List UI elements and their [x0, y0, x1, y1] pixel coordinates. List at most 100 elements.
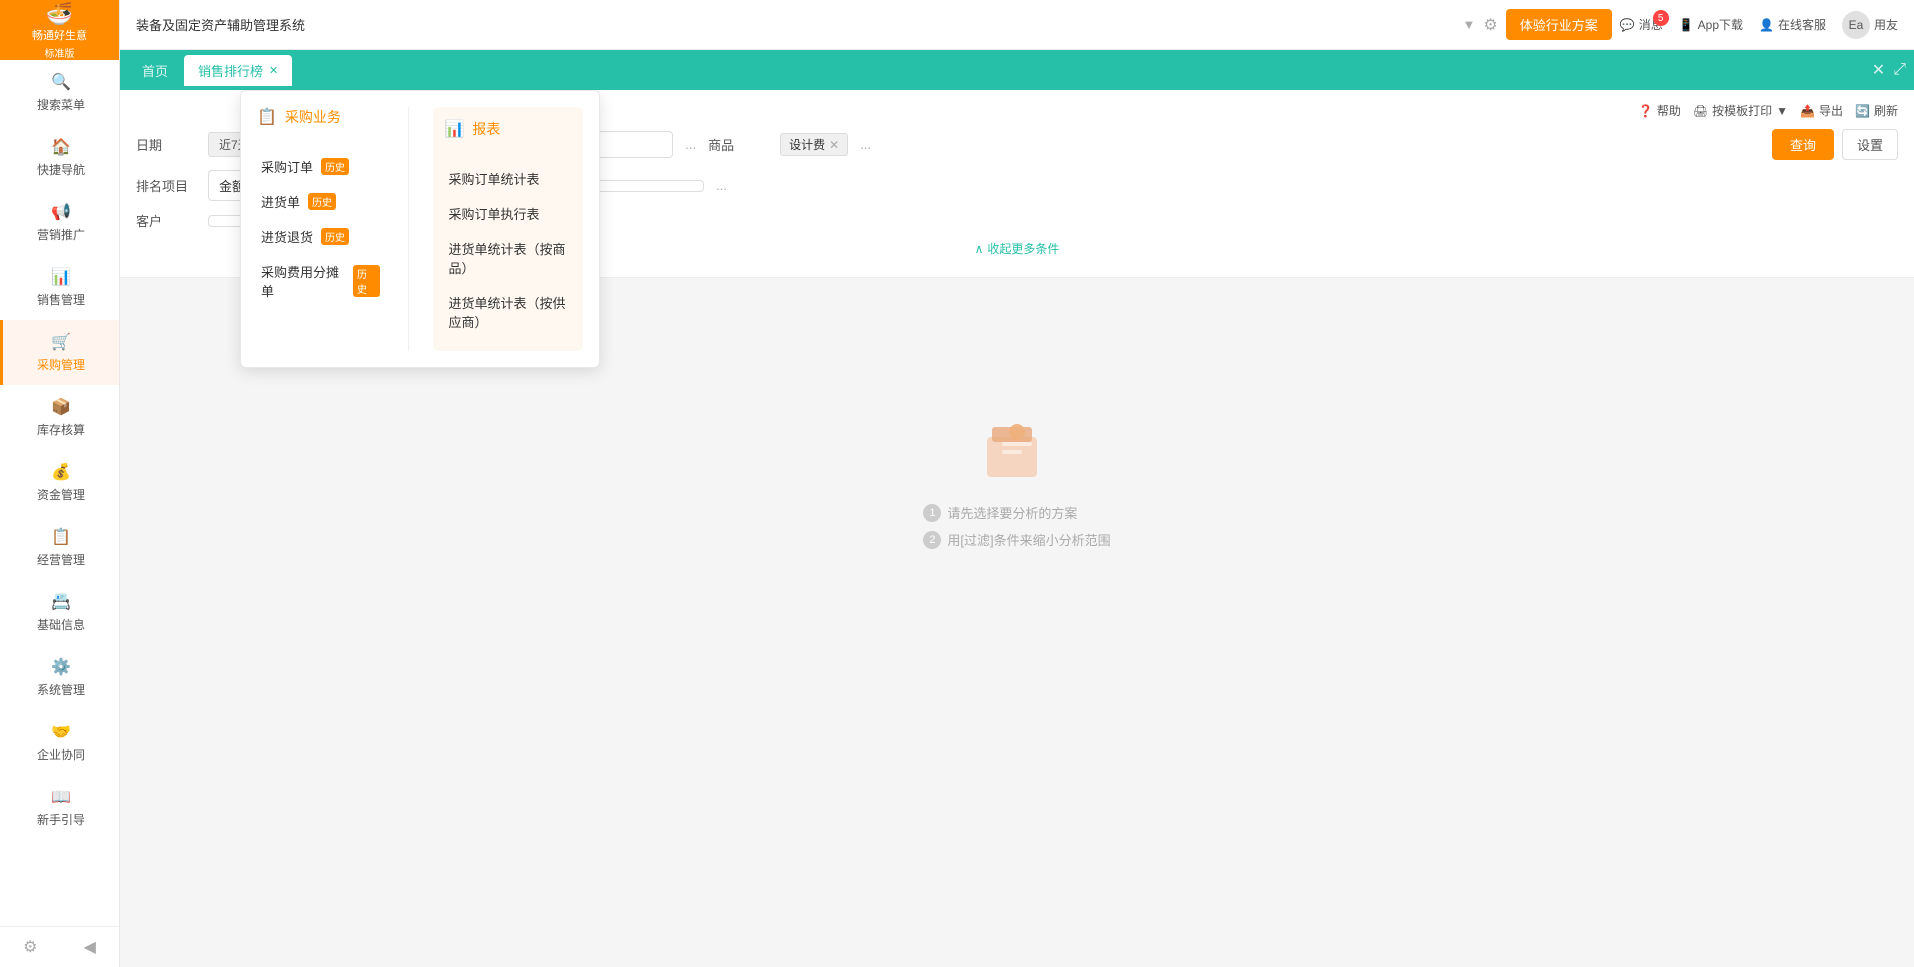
- goods-label: 商品: [708, 135, 768, 154]
- menu-item-purchase-order[interactable]: 采购订单 历史: [257, 149, 384, 184]
- menu-item-purchase-cost-label: 采购费用分摊单: [261, 262, 345, 300]
- tab-sales-ranking[interactable]: 销售排行榜 ✕: [184, 55, 292, 86]
- menu-item-incoming-label: 进货单: [261, 192, 300, 211]
- finance-icon: 💰: [51, 462, 71, 482]
- refresh-btn[interactable]: 🔄 刷新: [1855, 102, 1898, 119]
- search-icon: 🔍: [51, 72, 71, 92]
- sidebar-item-finance[interactable]: 💰 资金管理: [0, 450, 119, 515]
- menu-item-return[interactable]: 进货退货 历史: [257, 219, 384, 254]
- menu-item-purchase-order-exec[interactable]: 采购订单执行表: [445, 196, 572, 231]
- return-history-badge: 历史: [321, 228, 349, 245]
- top-header: 装备及固定资产辅助管理系统 ▼ ⚙ 体验行业方案 💬 消息 5 📱 App下载 …: [120, 0, 1914, 50]
- enterprise-icon: 🤝: [51, 722, 71, 742]
- sidebar-item-quick-nav[interactable]: 🏠 快捷导航: [0, 125, 119, 190]
- marketing-icon: 📢: [51, 202, 71, 222]
- sidebar-item-marketing[interactable]: 📢 营销推广: [0, 190, 119, 255]
- sales-icon: 📊: [51, 267, 71, 287]
- hint-text-2: 用[过滤]条件来缩小分析范围: [947, 530, 1110, 549]
- online-service-item[interactable]: 👤 在线客服: [1759, 16, 1826, 33]
- collapse-up-icon: ∧: [975, 242, 984, 256]
- sidebar-item-sales[interactable]: 📊 销售管理: [0, 255, 119, 320]
- tab-home[interactable]: 首页: [128, 55, 182, 86]
- collapse-button[interactable]: ∧ 收起更多条件: [975, 240, 1060, 257]
- purchase-order-history-badge: 历史: [321, 158, 349, 175]
- menu-item-purchase-order-label: 采购订单: [261, 157, 313, 176]
- sidebar-item-guide[interactable]: 📖 新手引导: [0, 775, 119, 840]
- sidebar-item-basic-info[interactable]: 📇 基础信息: [0, 580, 119, 645]
- menu-item-incoming-stats-goods[interactable]: 进货单统计表（按商品）: [445, 231, 572, 285]
- app-download-label: App下载: [1698, 16, 1743, 33]
- sidebar-item-inventory[interactable]: 📦 库存核算: [0, 385, 119, 450]
- hint-num-2: 2: [923, 531, 941, 549]
- sidebar-item-operation[interactable]: 📋 经营管理: [0, 515, 119, 580]
- purchase-business-title: 📋 采购业务: [257, 107, 384, 135]
- sidebar: 🍜 畅通好生意 标准版 🔍 搜索菜单 🏠 快捷导航 📢 营销推广 📊 销售管理 …: [0, 0, 120, 967]
- sidebar-settings-btn[interactable]: ⚙: [23, 937, 37, 957]
- sidebar-collapse-btn[interactable]: ◀: [84, 937, 96, 957]
- hint-text-1: 请先选择要分析的方案: [947, 503, 1077, 522]
- order-status-dots[interactable]: ...: [685, 137, 696, 152]
- goods-dots[interactable]: ...: [860, 137, 871, 152]
- print-btn[interactable]: 🖨 按模板打印 ▼: [1693, 102, 1788, 119]
- salesperson-dots[interactable]: ...: [716, 178, 727, 193]
- goods-tag[interactable]: 设计费 ✕: [780, 133, 848, 156]
- industry-btn[interactable]: 体验行业方案: [1506, 9, 1612, 40]
- menu-item-incoming-stats-supplier[interactable]: 进货单统计表（按供应商）: [445, 285, 572, 339]
- app-logo: 🍜 畅通好生意 标准版: [0, 0, 119, 60]
- sidebar-item-purchase[interactable]: 🛒 采购管理: [0, 320, 119, 385]
- help-btn[interactable]: ❓ 帮助: [1638, 102, 1681, 119]
- sidebar-label-system: 系统管理: [37, 681, 85, 698]
- purchase-biz-icon: 📋: [257, 107, 277, 127]
- goods-tag-remove-icon[interactable]: ✕: [829, 138, 839, 152]
- empty-hints: 1 请先选择要分析的方案 2 用[过滤]条件来缩小分析范围: [923, 503, 1110, 549]
- settings-button[interactable]: 设置: [1842, 129, 1898, 160]
- menu-item-incoming[interactable]: 进货单 历史: [257, 184, 384, 219]
- messages-badge: 5: [1653, 10, 1669, 26]
- app-download-item[interactable]: 📱 App下载: [1679, 16, 1743, 33]
- header-right: 💬 消息 5 📱 App下载 👤 在线客服 Ea 用友: [1620, 11, 1898, 39]
- menu-item-purchase-cost[interactable]: 采购费用分摊单 历史: [257, 254, 384, 308]
- sidebar-label-marketing: 营销推广: [37, 226, 85, 243]
- sidebar-item-system[interactable]: ⚙️ 系统管理: [0, 645, 119, 710]
- tab-maximize-icon[interactable]: ⤢: [1893, 61, 1906, 79]
- messages-item[interactable]: 💬 消息 5: [1620, 16, 1663, 33]
- logo-sub: 标准版: [45, 45, 75, 60]
- print-icon: 🖨: [1693, 104, 1708, 118]
- operation-icon: 📋: [51, 527, 71, 547]
- user-item[interactable]: Ea 用友: [1842, 11, 1898, 39]
- sidebar-bottom: ⚙ ◀: [0, 926, 119, 967]
- purchase-dropdown-menu: 📋 采购业务 采购订单 历史 进货单 历史 进货退货 历史 采购费用分摊单: [240, 90, 600, 368]
- goods-tag-text: 设计费: [789, 136, 825, 153]
- tab-close-all-icon[interactable]: ✕: [1872, 60, 1885, 80]
- refresh-label: 刷新: [1874, 102, 1898, 119]
- export-icon: 📤: [1800, 104, 1815, 118]
- menu-item-return-label: 进货退货: [261, 227, 313, 246]
- print-label: 按模板打印: [1712, 102, 1772, 119]
- logo-text: 畅通好生意: [32, 27, 87, 43]
- settings-icon[interactable]: ⚙: [1483, 15, 1497, 35]
- tab-sales-ranking-label: 销售排行榜: [198, 61, 263, 80]
- export-btn[interactable]: 📤 导出: [1800, 102, 1843, 119]
- user-label: 用友: [1874, 16, 1898, 33]
- service-icon: 👤: [1759, 18, 1774, 32]
- empty-hint-1: 1 请先选择要分析的方案: [923, 503, 1110, 522]
- tab-home-label: 首页: [142, 61, 168, 80]
- main-area: 装备及固定资产辅助管理系统 ▼ ⚙ 体验行业方案 💬 消息 5 📱 App下载 …: [120, 0, 1914, 967]
- tab-bar: 首页 销售排行榜 ✕ ✕ ⤢: [120, 50, 1914, 90]
- system-title: 装备及固定资产辅助管理系统: [136, 15, 1455, 34]
- message-icon: 💬: [1620, 18, 1635, 32]
- dropdown-arrow[interactable]: ▼: [1463, 17, 1476, 32]
- purchase-report-col: 📊 报表 采购订单统计表 采购订单执行表 进货单统计表（按商品） 进货单统计表（…: [433, 107, 584, 351]
- sidebar-item-enterprise[interactable]: 🤝 企业协同: [0, 710, 119, 775]
- print-dropdown-icon: ▼: [1776, 104, 1788, 118]
- sidebar-item-search[interactable]: 🔍 搜索菜单: [0, 60, 119, 125]
- menu-item-purchase-order-stats[interactable]: 采购订单统计表: [445, 161, 572, 196]
- sidebar-label-quick-nav: 快捷导航: [37, 161, 85, 178]
- date-label: 日期: [136, 135, 196, 154]
- sidebar-label-operation: 经营管理: [37, 551, 85, 568]
- tab-close-icon[interactable]: ✕: [269, 64, 278, 77]
- inventory-icon: 📦: [51, 397, 71, 417]
- refresh-icon: 🔄: [1855, 104, 1870, 118]
- query-button[interactable]: 查询: [1772, 129, 1834, 160]
- sidebar-label-search: 搜索菜单: [37, 96, 85, 113]
